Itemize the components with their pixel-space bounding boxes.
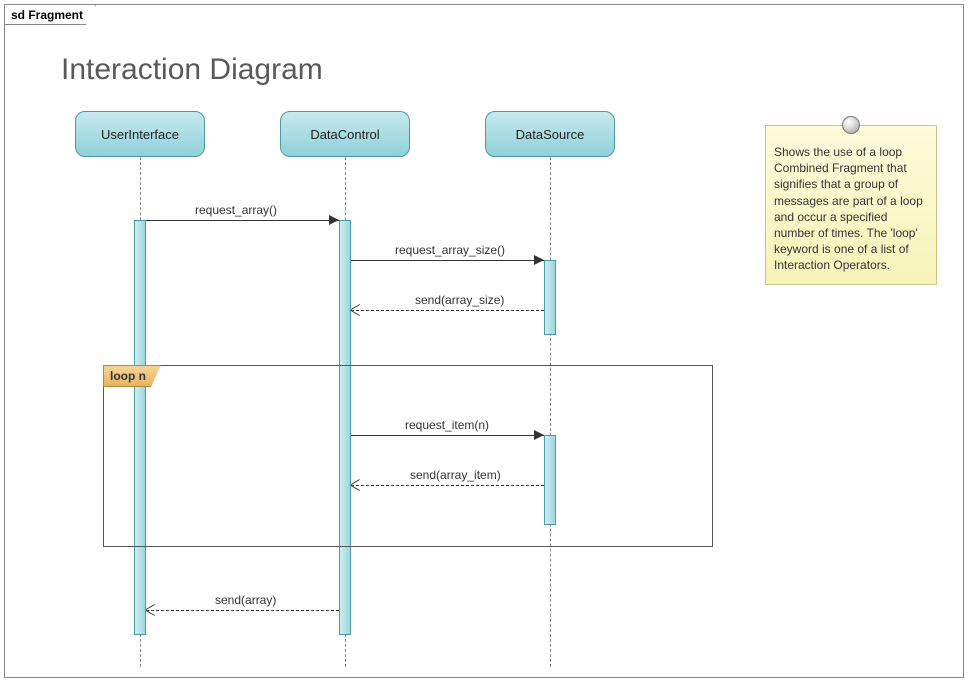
note: Shows the use of a loop Combined Fragmen… — [765, 125, 937, 285]
lifeline-datasource: DataSource — [485, 111, 615, 157]
msg-label-request-array-size: request_array_size() — [395, 243, 505, 257]
msg-label-send-array-size: send(array_size) — [415, 293, 504, 307]
msg-request-item — [351, 435, 544, 436]
diagram-frame: sd Fragment Interaction Diagram UserInte… — [4, 4, 964, 678]
msg-label-request-array: request_array() — [195, 203, 277, 217]
loop-operator-tab: loop n — [103, 365, 161, 387]
loop-label: loop n — [110, 369, 146, 383]
pin-icon — [842, 116, 860, 134]
frame-label: sd Fragment — [11, 8, 83, 22]
lifeline-userinterface: UserInterface — [75, 111, 205, 157]
msg-request-array — [146, 220, 339, 221]
arrowhead-icon — [534, 430, 544, 440]
lifeline-label: DataControl — [310, 127, 379, 142]
lifeline-label: UserInterface — [101, 127, 179, 142]
loop-fragment: loop n — [103, 365, 713, 547]
msg-label-send-array-item: send(array_item) — [410, 468, 501, 482]
msg-label-request-item: request_item(n) — [405, 418, 489, 432]
msg-send-array-item — [351, 485, 544, 486]
note-text: Shows the use of a loop Combined Fragmen… — [774, 145, 923, 272]
lifeline-datacontrol: DataControl — [280, 111, 410, 157]
lifeline-label: DataSource — [516, 127, 585, 142]
arrowhead-icon — [329, 215, 339, 225]
arrowhead-icon — [534, 255, 544, 265]
msg-request-array-size — [351, 260, 544, 261]
activation-ds-1 — [544, 260, 556, 335]
msg-label-send-array: send(array) — [215, 593, 276, 607]
diagram-title: Interaction Diagram — [61, 53, 323, 87]
msg-send-array-size — [351, 310, 544, 311]
frame-label-tab: sd Fragment — [5, 5, 96, 25]
msg-send-array — [146, 610, 339, 611]
